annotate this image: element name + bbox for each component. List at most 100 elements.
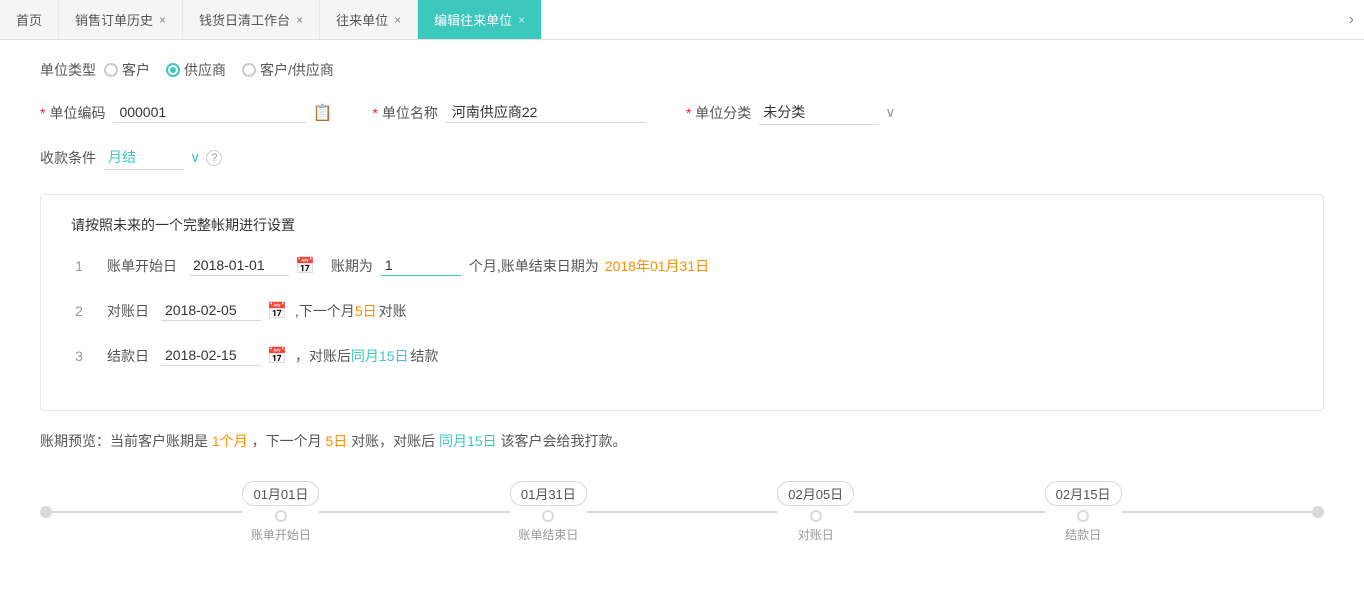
- timeline-sublabel-4: 结款日: [1065, 526, 1101, 543]
- radio-supplier-circle: [166, 63, 180, 77]
- row-3-label: 结款日: [107, 346, 149, 366]
- timeline-sublabel-3: 对账日: [798, 526, 834, 543]
- unit-classify-dropdown-icon[interactable]: ∨: [885, 104, 895, 121]
- tab-partner[interactable]: 往来单位 ×: [320, 0, 418, 39]
- payment-date-calendar-icon[interactable]: 📅: [267, 346, 287, 366]
- timeline: 01月01日 账单开始日 01月31日 账单结束日 02月05日 对账日 02月…: [40, 471, 1324, 563]
- payment-terms-field: 收款条件 月结 ∨ ?: [40, 145, 222, 170]
- timeline-dot-4: [1077, 510, 1089, 522]
- radio-both-circle: [242, 63, 256, 77]
- timeline-badge-2: 01月31日: [510, 481, 587, 506]
- preview-1-month: 1个月: [212, 433, 248, 449]
- row-2-number: 2: [71, 303, 87, 319]
- timeline-end-dot: [1312, 506, 1324, 518]
- unit-classify-label: 单位分类: [695, 103, 751, 123]
- end-date-text: 2018年01月31日: [605, 256, 709, 276]
- unit-code-field: * 单位编码 📋: [40, 102, 332, 123]
- radio-customer[interactable]: 客户: [104, 60, 150, 80]
- payment-prefix: ，对账后: [295, 346, 351, 366]
- reconcile-date-input[interactable]: [161, 300, 261, 321]
- radio-supplier-label: 供应商: [184, 60, 226, 80]
- tab-edit-partner[interactable]: 编辑往来单位 ×: [418, 0, 542, 39]
- account-period-section: 请按照未来的一个完整帐期进行设置 1 账单开始日 📅 账期为 个月,账单结束日期…: [40, 194, 1324, 411]
- start-date-calendar-icon[interactable]: 📅: [295, 256, 315, 276]
- tab-sales-order-history[interactable]: 销售订单历史 ×: [59, 0, 183, 39]
- preview-text: 账期预览：当前客户账期是 1个月 ，下一个月 5日 对账，对账后 同月15日 该…: [40, 431, 1324, 451]
- timeline-node-2: 01月31日 账单结束日: [510, 481, 587, 543]
- payment-terms-label: 收款条件: [40, 148, 96, 168]
- preview-pre: 账期预览：当前客户账期是: [40, 433, 208, 449]
- payment-terms-dropdown-icon[interactable]: ∨: [190, 149, 200, 166]
- help-icon[interactable]: ?: [206, 150, 222, 166]
- tab-edit-partner-label: 编辑往来单位: [434, 10, 512, 29]
- reconcile-date-calendar-icon[interactable]: 📅: [267, 301, 287, 321]
- unit-type-field: 单位类型 客户 供应商 客户/供应商: [40, 60, 334, 80]
- payment-post: 结款: [411, 346, 439, 366]
- unit-code-label: 单位编码: [49, 103, 105, 123]
- tab-sales-order-history-close[interactable]: ×: [159, 13, 166, 27]
- account-payment-row: 3 结款日 📅 ，对账后 同月15日 结款: [71, 345, 1293, 366]
- unit-name-label: 单位名称: [382, 103, 438, 123]
- unit-name-input[interactable]: [446, 102, 646, 123]
- unit-code-input[interactable]: [113, 102, 306, 123]
- unit-name-star: *: [372, 105, 377, 121]
- tab-partner-label: 往来单位: [336, 10, 388, 29]
- start-date-input[interactable]: [189, 255, 289, 276]
- radio-both[interactable]: 客户/供应商: [242, 60, 334, 80]
- timeline-line-3: [587, 511, 777, 513]
- account-reconcile-row: 2 对账日 📅 ,下一个月 5日 对账: [71, 300, 1293, 321]
- tab-cash-work-close[interactable]: ×: [296, 13, 303, 27]
- timeline-badge-3: 02月05日: [777, 481, 854, 506]
- preview-mid1: ，下一个月: [252, 433, 322, 449]
- timeline-badge-4: 02月15日: [1045, 481, 1122, 506]
- preview-end: 该客户会给我打款。: [501, 433, 627, 449]
- period-input[interactable]: [381, 255, 461, 276]
- preview-5: 5日: [325, 433, 347, 449]
- tab-home[interactable]: 首页: [0, 0, 59, 39]
- tab-edit-partner-close[interactable]: ×: [518, 13, 525, 27]
- reconcile-post: 对账: [379, 301, 407, 321]
- unit-classify-value: 未分类: [759, 100, 879, 125]
- timeline-badge-1: 01月01日: [242, 481, 319, 506]
- unit-type-row: 单位类型 客户 供应商 客户/供应商: [40, 60, 1324, 80]
- account-start-row: 1 账单开始日 📅 账期为 个月,账单结束日期为 2018年01月31日: [71, 255, 1293, 276]
- payment-highlight: 同月15日: [351, 346, 409, 366]
- row-1-label: 账单开始日: [107, 256, 177, 276]
- timeline-line-4: [854, 511, 1044, 513]
- tab-sales-order-history-label: 销售订单历史: [75, 10, 153, 29]
- unit-classify-field: * 单位分类 未分类 ∨: [686, 100, 896, 125]
- tab-arrow[interactable]: ›: [1339, 0, 1364, 39]
- period-label: 账期为: [331, 256, 373, 276]
- unit-code-star: *: [40, 105, 45, 121]
- unit-type-label: 单位类型: [40, 60, 96, 80]
- timeline-dot-1: [275, 510, 287, 522]
- radio-supplier[interactable]: 供应商: [166, 60, 226, 80]
- payment-date-input[interactable]: [161, 345, 261, 366]
- timeline-dot-3: [810, 510, 822, 522]
- tab-partner-close[interactable]: ×: [394, 13, 401, 27]
- timeline-line-1: [52, 511, 242, 513]
- timeline-sublabel-2: 账单结束日: [518, 526, 578, 543]
- timeline-sublabel-1: 账单开始日: [251, 526, 311, 543]
- row-2-label: 对账日: [107, 301, 149, 321]
- radio-both-label: 客户/供应商: [260, 60, 334, 80]
- timeline-node-4: 02月15日 结款日: [1045, 481, 1122, 543]
- tab-cash-work-label: 钱货日清工作台: [199, 10, 290, 29]
- main-content: 单位类型 客户 供应商 客户/供应商 * 单位编码: [0, 40, 1364, 608]
- timeline-start-dot: [40, 506, 52, 518]
- radio-group: 客户 供应商 客户/供应商: [104, 60, 334, 80]
- payment-terms-value: 月结: [104, 145, 184, 170]
- unit-info-row: * 单位编码 📋 * 单位名称 * 单位分类 未分类 ∨: [40, 100, 1324, 125]
- unit-name-field: * 单位名称: [372, 102, 645, 123]
- tab-bar: 首页 销售订单历史 × 钱货日清工作台 × 往来单位 × 编辑往来单位 × ›: [0, 0, 1364, 40]
- tab-home-label: 首页: [16, 10, 42, 29]
- reconcile-highlight: 5日: [355, 301, 377, 321]
- row-3-number: 3: [71, 348, 87, 364]
- timeline-node-3: 02月05日 对账日: [777, 481, 854, 543]
- payment-terms-row: 收款条件 月结 ∨ ?: [40, 145, 1324, 170]
- unit-code-icon[interactable]: 📋: [312, 103, 332, 123]
- timeline-line-2: [319, 511, 509, 513]
- tab-cash-work[interactable]: 钱货日清工作台 ×: [183, 0, 320, 39]
- row-1-number: 1: [71, 258, 87, 274]
- section-title: 请按照未来的一个完整帐期进行设置: [71, 215, 1293, 235]
